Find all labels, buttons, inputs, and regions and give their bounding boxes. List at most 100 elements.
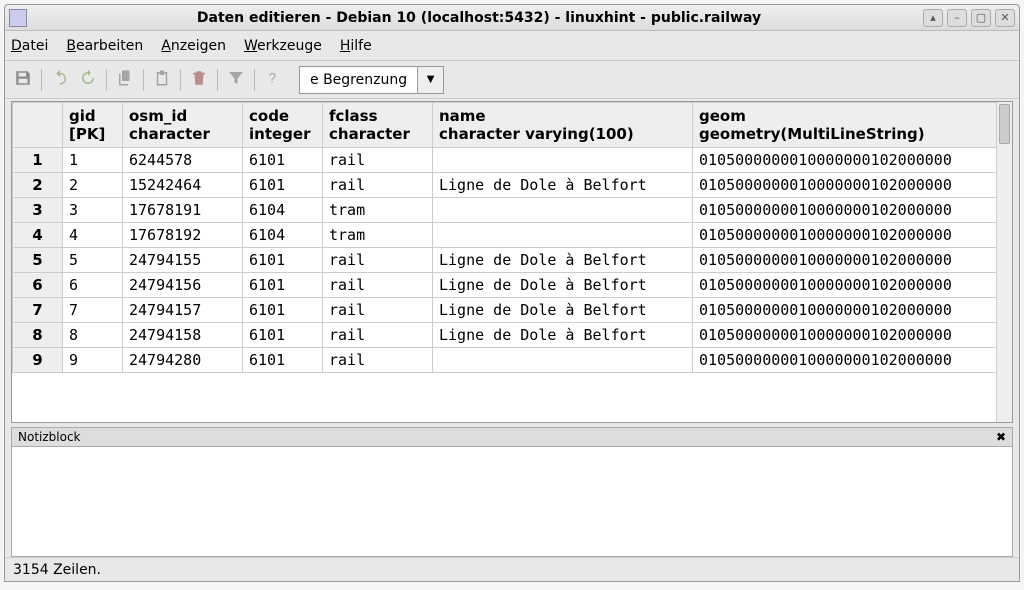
cell-osm-id[interactable]: 24794156 xyxy=(123,273,243,298)
table-row[interactable]: 77247941576101railLigne de Dole à Belfor… xyxy=(13,298,1012,323)
minimize-button[interactable]: – xyxy=(947,9,967,27)
row-number[interactable]: 7 xyxy=(13,298,63,323)
table-row[interactable]: 88247941586101railLigne de Dole à Belfor… xyxy=(13,323,1012,348)
header-gid[interactable]: gid[PK] xyxy=(63,103,123,148)
cell-gid[interactable]: 7 xyxy=(63,298,123,323)
cell-fclass[interactable]: rail xyxy=(323,348,433,373)
cell-code[interactable]: 6101 xyxy=(243,273,323,298)
header-fclass[interactable]: fclasscharacter xyxy=(323,103,433,148)
paste-button[interactable] xyxy=(150,68,174,92)
header-corner[interactable] xyxy=(13,103,63,148)
window-shade-button[interactable]: ▴ xyxy=(923,9,943,27)
cell-code[interactable]: 6104 xyxy=(243,198,323,223)
cell-osm-id[interactable]: 6244578 xyxy=(123,148,243,173)
table-row[interactable]: 66247941566101railLigne de Dole à Belfor… xyxy=(13,273,1012,298)
row-number[interactable]: 8 xyxy=(13,323,63,348)
cell-osm-id[interactable]: 24794158 xyxy=(123,323,243,348)
table-row[interactable]: 55247941556101railLigne de Dole à Belfor… xyxy=(13,248,1012,273)
close-button[interactable]: ✕ xyxy=(995,9,1015,27)
cell-geom[interactable]: 0105000000010000000102000000 xyxy=(693,323,1012,348)
menu-file[interactable]: Datei xyxy=(11,38,48,54)
cell-gid[interactable]: 2 xyxy=(63,173,123,198)
cell-code[interactable]: 6101 xyxy=(243,298,323,323)
menu-view[interactable]: Anzeigen xyxy=(161,38,226,54)
row-number[interactable]: 5 xyxy=(13,248,63,273)
copy-button[interactable] xyxy=(113,68,137,92)
delete-button[interactable] xyxy=(187,68,211,92)
cell-fclass[interactable]: rail xyxy=(323,173,433,198)
cell-code[interactable]: 6101 xyxy=(243,148,323,173)
cell-osm-id[interactable]: 24794155 xyxy=(123,248,243,273)
cell-fclass[interactable]: rail xyxy=(323,298,433,323)
cell-gid[interactable]: 6 xyxy=(63,273,123,298)
refresh-button[interactable] xyxy=(76,68,100,92)
cell-code[interactable]: 6101 xyxy=(243,348,323,373)
cell-name[interactable] xyxy=(433,148,693,173)
cell-fclass[interactable]: tram xyxy=(323,198,433,223)
table-row[interactable]: 22152424646101railLigne de Dole à Belfor… xyxy=(13,173,1012,198)
cell-gid[interactable]: 3 xyxy=(63,198,123,223)
header-osm-id[interactable]: osm_idcharacter xyxy=(123,103,243,148)
cell-gid[interactable]: 9 xyxy=(63,348,123,373)
cell-name[interactable] xyxy=(433,348,693,373)
cell-osm-id[interactable]: 24794157 xyxy=(123,298,243,323)
row-number[interactable]: 9 xyxy=(13,348,63,373)
cell-name[interactable] xyxy=(433,198,693,223)
cell-code[interactable]: 6101 xyxy=(243,173,323,198)
cell-fclass[interactable]: rail xyxy=(323,323,433,348)
cell-gid[interactable]: 1 xyxy=(63,148,123,173)
cell-geom[interactable]: 0105000000010000000102000000 xyxy=(693,173,1012,198)
cell-name[interactable] xyxy=(433,223,693,248)
cell-geom[interactable]: 0105000000010000000102000000 xyxy=(693,273,1012,298)
header-code[interactable]: codeinteger xyxy=(243,103,323,148)
cell-geom[interactable]: 0105000000010000000102000000 xyxy=(693,148,1012,173)
cell-osm-id[interactable]: 17678192 xyxy=(123,223,243,248)
row-number[interactable]: 1 xyxy=(13,148,63,173)
cell-geom[interactable]: 0105000000010000000102000000 xyxy=(693,348,1012,373)
header-name[interactable]: namecharacter varying(100) xyxy=(433,103,693,148)
table-row[interactable]: 1162445786101rail01050000000100000001020… xyxy=(13,148,1012,173)
menu-help[interactable]: Hilfe xyxy=(340,38,372,54)
cell-name[interactable]: Ligne de Dole à Belfort xyxy=(433,273,693,298)
cell-osm-id[interactable]: 15242464 xyxy=(123,173,243,198)
vertical-scrollbar[interactable] xyxy=(996,102,1012,422)
row-number[interactable]: 3 xyxy=(13,198,63,223)
cell-gid[interactable]: 4 xyxy=(63,223,123,248)
cell-name[interactable]: Ligne de Dole à Belfort xyxy=(433,323,693,348)
cell-name[interactable]: Ligne de Dole à Belfort xyxy=(433,248,693,273)
cell-name[interactable]: Ligne de Dole à Belfort xyxy=(433,173,693,198)
cell-code[interactable]: 6101 xyxy=(243,248,323,273)
cell-fclass[interactable]: tram xyxy=(323,223,433,248)
scrollbar-thumb[interactable] xyxy=(999,104,1010,144)
table-row[interactable]: 33176781916104tram0105000000010000000102… xyxy=(13,198,1012,223)
cell-geom[interactable]: 0105000000010000000102000000 xyxy=(693,198,1012,223)
table-row[interactable]: 99247942806101rail0105000000010000000102… xyxy=(13,348,1012,373)
row-number[interactable]: 2 xyxy=(13,173,63,198)
cell-gid[interactable]: 5 xyxy=(63,248,123,273)
cell-fclass[interactable]: rail xyxy=(323,148,433,173)
scratchpad-close-button[interactable]: ✖ xyxy=(996,430,1006,444)
maximize-button[interactable]: ▢ xyxy=(971,9,991,27)
row-number[interactable]: 6 xyxy=(13,273,63,298)
cell-osm-id[interactable]: 24794280 xyxy=(123,348,243,373)
undo-button[interactable] xyxy=(48,68,72,92)
cell-geom[interactable]: 0105000000010000000102000000 xyxy=(693,298,1012,323)
cell-geom[interactable]: 0105000000010000000102000000 xyxy=(693,223,1012,248)
cell-code[interactable]: 6104 xyxy=(243,223,323,248)
cell-fclass[interactable]: rail xyxy=(323,248,433,273)
cell-gid[interactable]: 8 xyxy=(63,323,123,348)
cell-code[interactable]: 6101 xyxy=(243,323,323,348)
row-number[interactable]: 4 xyxy=(13,223,63,248)
cell-geom[interactable]: 0105000000010000000102000000 xyxy=(693,248,1012,273)
cell-fclass[interactable]: rail xyxy=(323,273,433,298)
help-button[interactable]: ? xyxy=(261,68,285,92)
table-row[interactable]: 44176781926104tram0105000000010000000102… xyxy=(13,223,1012,248)
filter-button[interactable] xyxy=(224,68,248,92)
scratchpad-body[interactable] xyxy=(11,447,1013,557)
save-button[interactable] xyxy=(11,68,35,92)
cell-name[interactable]: Ligne de Dole à Belfort xyxy=(433,298,693,323)
limit-combo-dropdown[interactable] xyxy=(417,67,443,93)
menu-edit[interactable]: Bearbeiten xyxy=(66,38,143,54)
menu-tools[interactable]: Werkzeuge xyxy=(244,38,322,54)
cell-osm-id[interactable]: 17678191 xyxy=(123,198,243,223)
